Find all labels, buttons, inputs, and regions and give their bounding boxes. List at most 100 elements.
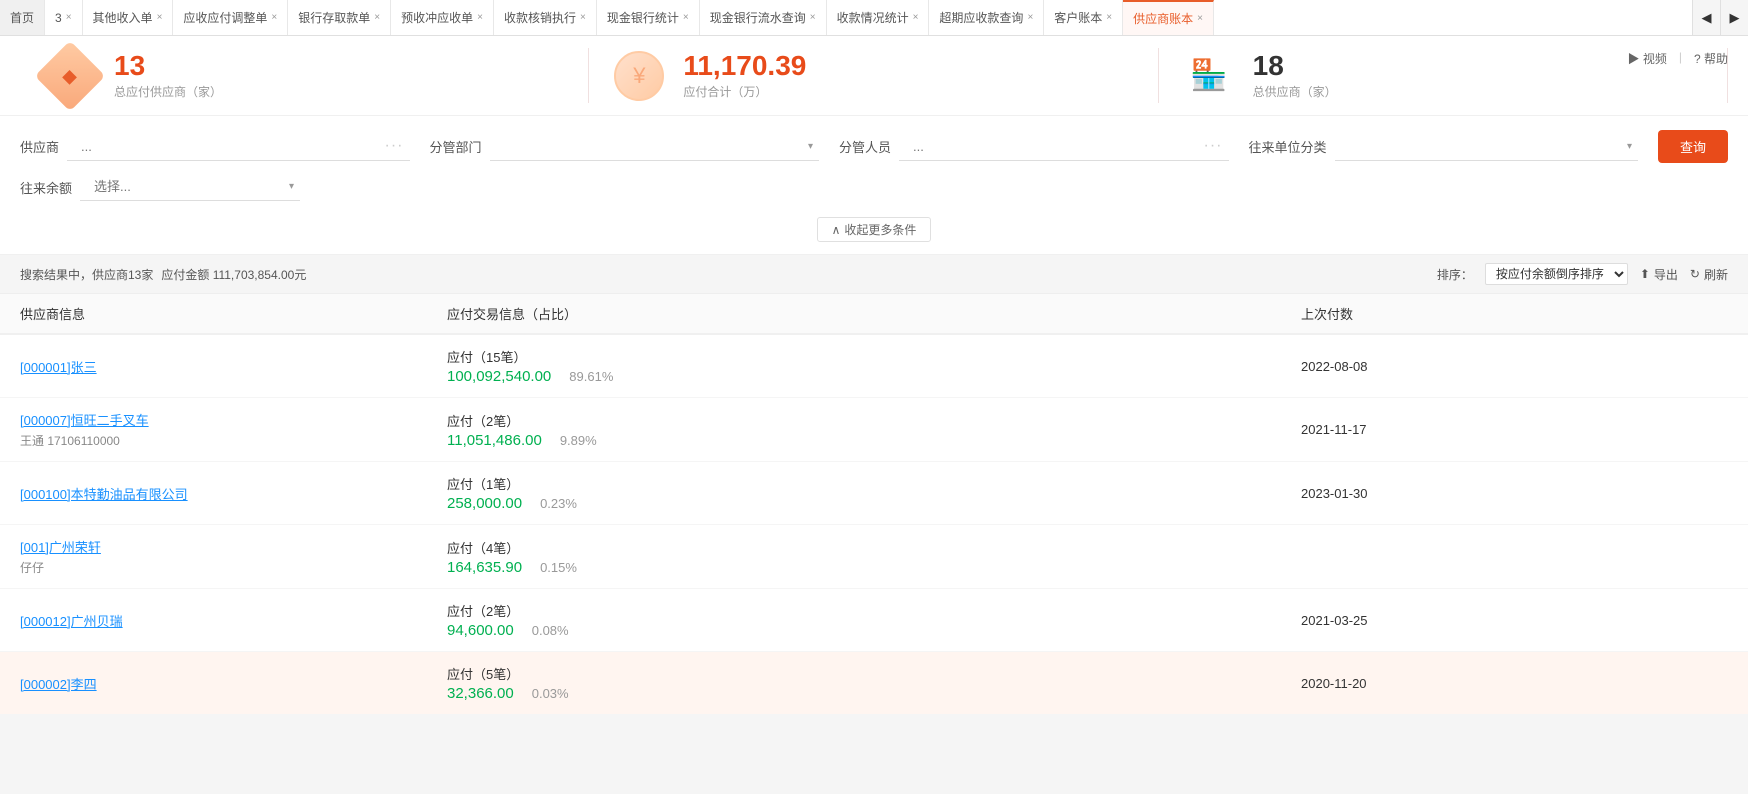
help-link[interactable]: ? 帮助 — [1694, 50, 1728, 67]
supplier-link[interactable]: [001]广州荣轩 — [20, 540, 101, 555]
supplier-info-cell: [000100]本特勤油品有限公司 — [20, 484, 447, 503]
filter-person: 分管人员 ··· — [839, 133, 1229, 161]
last-pay-date: 2020-11-20 — [1301, 676, 1367, 691]
nav-tab-label: 收款情况统计 — [837, 9, 909, 26]
nav-tab-close-customer-account[interactable]: × — [1106, 12, 1112, 23]
stat-label-suppliers-payable: 总应付供应商（家） — [114, 83, 222, 100]
pay-amount[interactable]: 94,600.00 — [447, 622, 514, 639]
pay-title: 应付（1笔） — [447, 474, 1301, 493]
nav-tab-close-other-income[interactable]: × — [157, 12, 163, 23]
nav-tab-close-bank-deposit[interactable]: × — [374, 12, 380, 23]
nav-tab-close-cash-bank-stat[interactable]: × — [683, 12, 689, 23]
stat-text-total-suppliers: 18 总供应商（家） — [1253, 51, 1337, 101]
table-header: 供应商信息 应付交易信息（占比） 上次付数 — [0, 294, 1748, 335]
nav-tab-cash-bank-flow[interactable]: 现金银行流水查询× — [700, 0, 827, 35]
pay-percent: 0.15% — [540, 560, 577, 575]
supplier-input[interactable] — [73, 135, 381, 158]
pay-percent: 0.03% — [532, 686, 569, 701]
person-input-wrapper[interactable]: ··· — [899, 133, 1228, 161]
category-dropdown-icon[interactable]: ▾ — [1627, 141, 1632, 152]
supplier-link[interactable]: [000100]本特勤油品有限公司 — [20, 487, 188, 502]
pay-percent: 0.23% — [540, 496, 577, 511]
pay-info-cell: 应付（5笔） 32,366.00 0.03% — [447, 664, 1301, 702]
nav-tab-t3[interactable]: 3× — [45, 0, 83, 35]
nav-tab-close-t3[interactable]: × — [66, 12, 72, 23]
col-header-last-pay: 上次付数 — [1301, 304, 1728, 323]
nav-tab-collection-exec[interactable]: 收款核销执行× — [494, 0, 597, 35]
coin-icon: ¥ — [633, 63, 645, 89]
export-icon: ⬆ — [1640, 267, 1650, 281]
dept-input-wrapper[interactable]: ▾ — [490, 133, 819, 161]
last-pay-cell: 2021-03-25 — [1301, 613, 1728, 628]
result-amount: 应付金额 111,703,854.00元 — [161, 266, 306, 283]
filter-supplier: 供应商 ··· — [20, 133, 410, 161]
nav-tab-cash-bank-stat[interactable]: 现金银行统计× — [597, 0, 700, 35]
balance-input-wrapper[interactable]: ▾ — [80, 173, 300, 201]
balance-input[interactable] — [86, 175, 285, 198]
balance-dropdown-icon[interactable]: ▾ — [289, 181, 294, 192]
pay-amount[interactable]: 164,635.90 — [447, 559, 522, 576]
stat-icon-coin: ¥ — [609, 48, 669, 103]
pay-amount[interactable]: 11,051,486.00 — [447, 432, 542, 449]
nav-prev-button[interactable]: ◀ — [1692, 0, 1720, 35]
person-input[interactable] — [905, 135, 1200, 158]
video-link[interactable]: ▶ 视频 — [1627, 50, 1666, 67]
supplier-input-wrapper[interactable]: ··· — [67, 133, 409, 161]
nav-tab-customer-account[interactable]: 客户账本× — [1044, 0, 1123, 35]
nav-tab-bank-deposit[interactable]: 银行存取款单× — [288, 0, 391, 35]
refresh-button[interactable]: ↻ 刷新 — [1690, 266, 1728, 283]
stat-label-total-payable: 应付合计（万） — [683, 83, 806, 100]
nav-tab-overdue-ap[interactable]: 超期应收款查询× — [929, 0, 1044, 35]
nav-tab-ap-adjust[interactable]: 应收应付调整单× — [173, 0, 288, 35]
nav-tab-collection-stat[interactable]: 收款情况统计 × — [827, 0, 930, 35]
nav-tab-other-income[interactable]: 其他收入单× — [83, 0, 174, 35]
supplier-more-icon[interactable]: ··· — [385, 137, 404, 155]
refresh-icon: ↻ — [1690, 267, 1700, 281]
nav-tab-close-collection-stat[interactable]: × — [913, 12, 919, 23]
nav-next-button[interactable]: ▶ — [1720, 0, 1748, 35]
category-input[interactable] — [1341, 135, 1623, 158]
pay-info-cell: 应付（4笔） 164,635.90 0.15% — [447, 538, 1301, 576]
dept-input[interactable] — [496, 135, 804, 158]
nav-tab-supplier-account[interactable]: 供应商账本× — [1123, 0, 1214, 35]
nav-tab-close-overdue-ap[interactable]: × — [1027, 12, 1033, 23]
search-button[interactable]: 查询 — [1658, 130, 1728, 163]
supplier-link[interactable]: [000007]恒旺二手叉车 — [20, 413, 149, 428]
table-rows: [000001]张三 应付（15笔） 100,092,540.00 89.61%… — [0, 335, 1748, 715]
pay-amount[interactable]: 32,366.00 — [447, 685, 514, 702]
pay-percent: 0.08% — [532, 623, 569, 638]
pay-amount[interactable]: 258,000.00 — [447, 495, 522, 512]
nav-tab-close-supplier-account[interactable]: × — [1197, 13, 1203, 24]
person-more-icon[interactable]: ··· — [1204, 137, 1223, 155]
nav-tab-home[interactable]: 首页 — [0, 0, 45, 35]
nav-tab-close-cash-bank-flow[interactable]: × — [810, 12, 816, 23]
supplier-info-cell: [000007]恒旺二手叉车王通 17106110000 — [20, 410, 447, 449]
filter-category: 往来单位分类 ▾ — [1249, 133, 1639, 161]
pay-amount[interactable]: 100,092,540.00 — [447, 368, 551, 385]
last-pay-cell: 2023-01-30 — [1301, 486, 1728, 501]
stat-icon-diamond: ◆ — [40, 48, 100, 103]
supplier-link[interactable]: [000002]李四 — [20, 677, 97, 692]
last-pay-cell: 2020-11-20 — [1301, 676, 1728, 691]
nav-tab-prepay-collect[interactable]: 预收冲应收单× — [391, 0, 494, 35]
supplier-link[interactable]: [000001]张三 — [20, 360, 97, 375]
pay-info-cell: 应付（2笔） 11,051,486.00 9.89% — [447, 411, 1301, 449]
dept-dropdown-icon[interactable]: ▾ — [808, 141, 813, 152]
last-pay-cell: 2021-11-17 — [1301, 422, 1728, 437]
supplier-link[interactable]: [000012]广州贝瑞 — [20, 614, 123, 629]
collapse-button[interactable]: ∧ 收起更多条件 — [817, 217, 932, 242]
nav-tab-close-prepay-collect[interactable]: × — [477, 12, 483, 23]
table-row: [000100]本特勤油品有限公司 应付（1笔） 258,000.00 0.23… — [0, 462, 1748, 525]
stat-text-total-payable: 11,170.39 应付合计（万） — [683, 51, 806, 101]
nav-tab-close-ap-adjust[interactable]: × — [271, 12, 277, 23]
supplier-info-cell: [000002]李四 — [20, 674, 447, 693]
supplier-info-cell: [001]广州荣轩仔仔 — [20, 537, 447, 576]
help-label: 帮助 — [1704, 52, 1728, 66]
category-input-wrapper[interactable]: ▾ — [1335, 133, 1638, 161]
nav-tab-close-collection-exec[interactable]: × — [580, 12, 586, 23]
pay-info-cell: 应付（15笔） 100,092,540.00 89.61% — [447, 347, 1301, 385]
sort-select[interactable]: 按应付余额倒序排序 — [1485, 263, 1628, 285]
filter-dept: 分管部门 ▾ — [430, 133, 820, 161]
col-header-supplier: 供应商信息 — [20, 304, 447, 323]
export-button[interactable]: ⬆ 导出 — [1640, 266, 1678, 283]
